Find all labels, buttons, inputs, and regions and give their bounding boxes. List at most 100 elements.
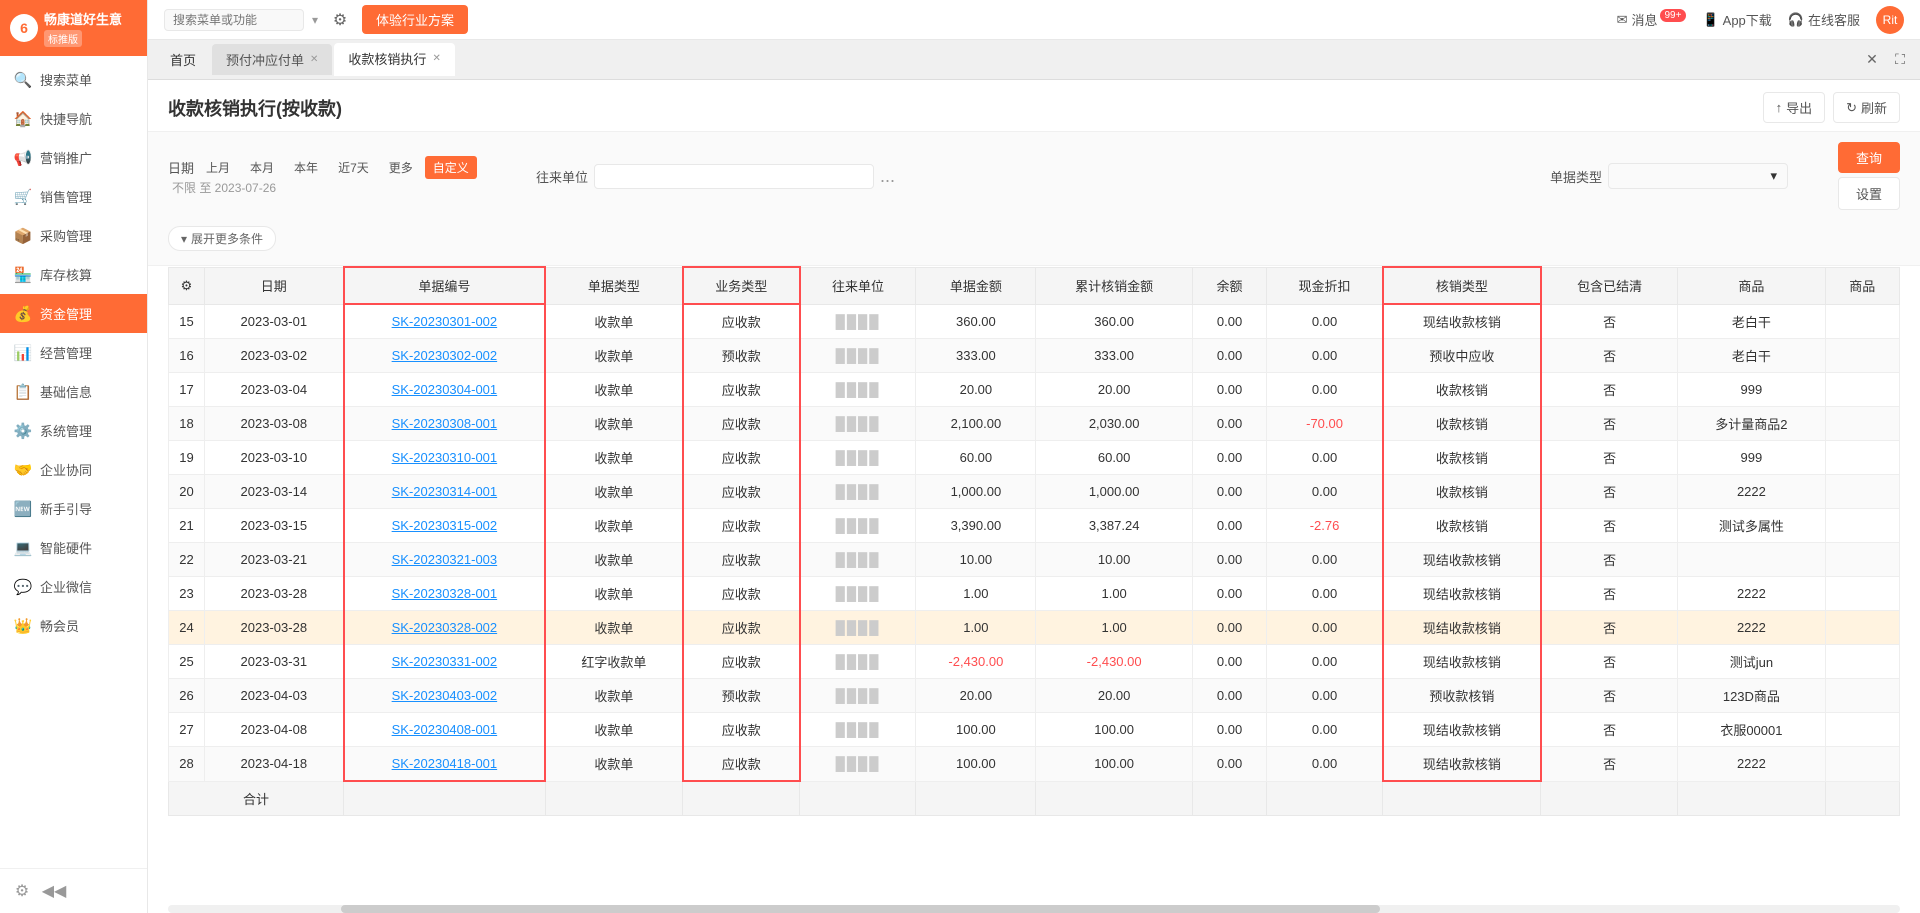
- sidebar-item-sales[interactable]: 🛒 销售管理: [0, 177, 147, 216]
- megaphone-icon: 📢: [14, 149, 32, 167]
- table-row[interactable]: 282023-04-18SK-20230418-001收款单应收款████100…: [169, 747, 1900, 782]
- scroll-track[interactable]: [168, 905, 1900, 913]
- sidebar-item-search[interactable]: 🔍 搜索菜单: [0, 60, 147, 99]
- table-row[interactable]: 262023-04-03SK-20230403-002收款单预收款████20.…: [169, 679, 1900, 713]
- online-service-item[interactable]: 🎧 在线客服: [1788, 10, 1860, 29]
- sidebar-item-quicknav[interactable]: 🏠 快捷导航: [0, 99, 147, 138]
- row-bill-no[interactable]: SK-20230301-002: [344, 304, 546, 339]
- row-bill-no[interactable]: SK-20230328-002: [344, 611, 546, 645]
- tab-prepayment-label: 预付冲应付单: [226, 50, 304, 69]
- col-bill-type[interactable]: 单据类型: [545, 267, 683, 304]
- row-write-off-type: 现结收款核销: [1383, 611, 1541, 645]
- row-partner: ████: [800, 304, 916, 339]
- sidebar-item-guide[interactable]: 🆕 新手引导: [0, 489, 147, 528]
- col-goods2[interactable]: 商品: [1825, 267, 1899, 304]
- topbar-search-input[interactable]: [164, 9, 304, 31]
- col-cash-discount[interactable]: 现金折扣: [1267, 267, 1383, 304]
- row-bill-no[interactable]: SK-20230314-001: [344, 475, 546, 509]
- row-bill-no[interactable]: SK-20230328-001: [344, 577, 546, 611]
- row-date: 2023-03-31: [205, 645, 344, 679]
- table-row[interactable]: 202023-03-14SK-20230314-001收款单应收款████1,0…: [169, 475, 1900, 509]
- table-row[interactable]: 212023-03-15SK-20230315-002收款单应收款████3,3…: [169, 509, 1900, 543]
- col-include-settled[interactable]: 包含已结清: [1541, 267, 1678, 304]
- filter-dots[interactable]: ...: [880, 166, 895, 187]
- solution-button[interactable]: 体验行业方案: [362, 5, 468, 34]
- scroll-thumb[interactable]: [341, 905, 1380, 913]
- table-row[interactable]: 152023-03-01SK-20230301-002收款单应收款████360…: [169, 304, 1900, 339]
- table-row[interactable]: 182023-03-08SK-20230308-001收款单应收款████2,1…: [169, 407, 1900, 441]
- tab-prepayment[interactable]: 预付冲应付单 ✕: [212, 44, 332, 75]
- sidebar-item-member[interactable]: 👑 畅会员: [0, 606, 147, 645]
- row-bill-no[interactable]: SK-20230331-002: [344, 645, 546, 679]
- tab-collection[interactable]: 收款核销执行 ✕: [334, 43, 454, 76]
- row-bill-no[interactable]: SK-20230321-003: [344, 543, 546, 577]
- col-bill-no[interactable]: 单据编号: [344, 267, 546, 304]
- col-settings[interactable]: ⚙: [169, 267, 205, 304]
- row-bill-no[interactable]: SK-20230310-001: [344, 441, 546, 475]
- filter-settings-button[interactable]: 设置: [1838, 177, 1900, 210]
- topbar-dropdown-arrow[interactable]: ▾: [312, 13, 318, 27]
- row-bill-no[interactable]: SK-20230315-002: [344, 509, 546, 543]
- expand-conditions-button[interactable]: ▾ 展开更多条件: [168, 226, 276, 251]
- bill-type-select[interactable]: ▾: [1608, 163, 1788, 189]
- tab-expand-icon[interactable]: ⛶: [1888, 48, 1912, 72]
- query-button[interactable]: 查询: [1838, 142, 1900, 173]
- tab-prepayment-close[interactable]: ✕: [310, 54, 318, 65]
- row-bill-no[interactable]: SK-20230304-001: [344, 373, 546, 407]
- row-bill-no[interactable]: SK-20230408-001: [344, 713, 546, 747]
- row-biz-type: 应收款: [683, 645, 800, 679]
- table-container[interactable]: ⚙ 日期 单据编号 单据类型 业务类型 往来单位 单据金额 累计核销金额 余额 …: [148, 266, 1920, 905]
- partner-input[interactable]: [594, 164, 874, 189]
- row-bill-no[interactable]: SK-20230403-002: [344, 679, 546, 713]
- row-bill-no[interactable]: SK-20230308-001: [344, 407, 546, 441]
- tab-close-icon[interactable]: ✕: [1860, 48, 1884, 72]
- col-goods[interactable]: 商品: [1678, 267, 1825, 304]
- tab-home[interactable]: 首页: [156, 44, 210, 75]
- col-balance[interactable]: 余额: [1192, 267, 1266, 304]
- col-write-off-type[interactable]: 核销类型: [1383, 267, 1541, 304]
- table-row[interactable]: 252023-03-31SK-20230331-002红字收款单应收款████-…: [169, 645, 1900, 679]
- sidebar-item-enterprise[interactable]: 🤝 企业协同: [0, 450, 147, 489]
- row-balance: 0.00: [1192, 339, 1266, 373]
- sidebar-item-operations[interactable]: 📊 经营管理: [0, 333, 147, 372]
- sidebar-item-system[interactable]: ⚙️ 系统管理: [0, 411, 147, 450]
- message-item[interactable]: ✉ 消息 99+: [1617, 10, 1687, 29]
- date-btn-more[interactable]: 更多: [381, 156, 421, 179]
- app-download-item[interactable]: 📱 App下载: [1702, 10, 1771, 29]
- col-amount[interactable]: 单据金额: [916, 267, 1036, 304]
- sidebar-item-wechat[interactable]: 💬 企业微信: [0, 567, 147, 606]
- col-date[interactable]: 日期: [205, 267, 344, 304]
- table-row[interactable]: 232023-03-28SK-20230328-001收款单应收款████1.0…: [169, 577, 1900, 611]
- refresh-button[interactable]: ↻ 刷新: [1833, 92, 1900, 123]
- date-btn-7days[interactable]: 近7天: [330, 156, 377, 179]
- table-row[interactable]: 242023-03-28SK-20230328-002收款单应收款████1.0…: [169, 611, 1900, 645]
- tab-collection-close[interactable]: ✕: [432, 53, 440, 64]
- date-btn-this-year[interactable]: 本年: [286, 156, 326, 179]
- sidebar-item-purchase[interactable]: 📦 采购管理: [0, 216, 147, 255]
- table-row[interactable]: 272023-04-08SK-20230408-001收款单应收款████100…: [169, 713, 1900, 747]
- sidebar-item-inventory[interactable]: 🏪 库存核算: [0, 255, 147, 294]
- col-biz-type[interactable]: 业务类型: [683, 267, 800, 304]
- sidebar-item-marketing[interactable]: 📢 营销推广: [0, 138, 147, 177]
- col-cum-amount[interactable]: 累计核销金额: [1036, 267, 1193, 304]
- date-btn-this-month[interactable]: 本月: [242, 156, 282, 179]
- topbar-gear-icon[interactable]: ⚙: [326, 6, 354, 34]
- settings-bottom-icon[interactable]: ⚙: [10, 879, 34, 903]
- export-button[interactable]: ↑ 导出: [1763, 92, 1826, 123]
- table-row[interactable]: 162023-03-02SK-20230302-002收款单预收款████333…: [169, 339, 1900, 373]
- row-bill-no[interactable]: SK-20230418-001: [344, 747, 546, 782]
- row-balance: 0.00: [1192, 577, 1266, 611]
- user-avatar[interactable]: Rit: [1876, 6, 1904, 34]
- sidebar-item-base[interactable]: 📋 基础信息: [0, 372, 147, 411]
- sidebar-item-finance[interactable]: 💰 资金管理: [0, 294, 147, 333]
- date-btn-last-month[interactable]: 上月: [198, 156, 238, 179]
- date-btn-custom[interactable]: 自定义: [425, 156, 477, 179]
- collapse-icon[interactable]: ◀◀: [42, 879, 66, 903]
- row-bill-no[interactable]: SK-20230302-002: [344, 339, 546, 373]
- expand-label: 展开更多条件: [191, 230, 263, 247]
- table-row[interactable]: 222023-03-21SK-20230321-003收款单应收款████10.…: [169, 543, 1900, 577]
- sidebar-item-hardware[interactable]: 💻 智能硬件: [0, 528, 147, 567]
- table-row[interactable]: 172023-03-04SK-20230304-001收款单应收款████20.…: [169, 373, 1900, 407]
- table-row[interactable]: 192023-03-10SK-20230310-001收款单应收款████60.…: [169, 441, 1900, 475]
- col-partner[interactable]: 往来单位: [800, 267, 916, 304]
